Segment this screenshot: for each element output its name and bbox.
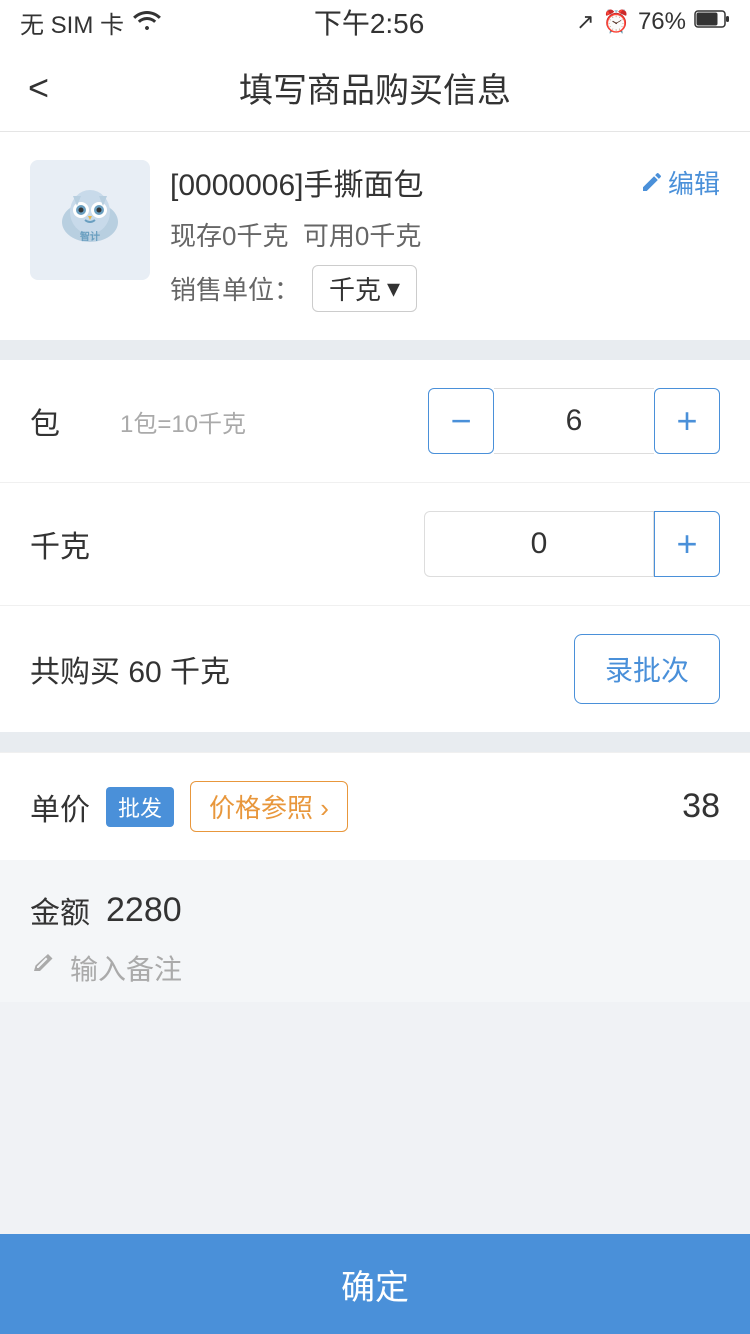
- product-logo-icon: 智计: [55, 184, 125, 256]
- kg-increment-button[interactable]: +: [654, 511, 720, 577]
- status-bar: 无 SIM 卡 下午2:56 ↗ ⏰ 76%: [0, 0, 750, 44]
- price-ref-button[interactable]: 价格参照 ›: [190, 781, 348, 832]
- record-batch-button[interactable]: 录批次: [574, 634, 720, 704]
- amount-value: 2280: [106, 891, 182, 930]
- nav-bar: < 填写商品购买信息: [0, 44, 750, 132]
- price-section: 单价 批发 价格参照 › 38: [0, 752, 750, 860]
- edit-button[interactable]: 编辑: [640, 164, 720, 201]
- product-info: [0000006]手撕面包 编辑 现存0千克 可用0千克 销售单位： 千克 ▾: [170, 160, 720, 312]
- kg-input-row: 千克 +: [0, 483, 750, 606]
- pencil-icon: [30, 951, 58, 986]
- note-placeholder[interactable]: 输入备注: [70, 948, 182, 988]
- kg-input-group: +: [424, 511, 720, 577]
- status-right: ↗ ⏰ 76%: [576, 8, 730, 36]
- bao-decrement-button[interactable]: −: [428, 388, 494, 454]
- unit-selector[interactable]: 千克 ▾: [312, 265, 417, 312]
- confirm-button[interactable]: 确定: [0, 1234, 750, 1334]
- edit-label: 编辑: [668, 164, 720, 201]
- kg-quantity-input[interactable]: [424, 511, 654, 577]
- battery-icon: [694, 8, 730, 36]
- status-left: 无 SIM 卡: [20, 5, 162, 40]
- kg-label: 千克: [30, 522, 110, 566]
- bao-quantity-input[interactable]: [494, 388, 654, 454]
- price-label: 单价: [30, 785, 90, 829]
- location-icon: ↗: [576, 9, 594, 35]
- bao-stepper: − +: [428, 388, 720, 454]
- alarm-icon: ⏰: [603, 9, 630, 35]
- section-divider-1: [0, 340, 750, 360]
- bao-increment-button[interactable]: +: [654, 388, 720, 454]
- sim-text: 无 SIM 卡: [20, 5, 124, 40]
- input-section: 包 1包=10千克 − + 千克 +: [0, 360, 750, 606]
- bao-label: 包: [30, 399, 110, 443]
- price-tag: 批发: [106, 787, 174, 827]
- section-divider-2: [0, 732, 750, 752]
- bao-hint: 1包=10千克: [120, 404, 428, 439]
- amount-section: 金额 2280 输入备注: [0, 860, 750, 1002]
- product-image: 智计: [30, 160, 150, 280]
- note-row[interactable]: 输入备注: [30, 948, 720, 988]
- battery-percent: 76%: [638, 8, 686, 36]
- product-name: [0000006]手撕面包: [170, 160, 423, 204]
- back-button[interactable]: <: [28, 67, 49, 109]
- product-unit-row: 销售单位： 千克 ▾: [170, 265, 720, 312]
- summary-row: 共购买 60 千克 录批次: [0, 606, 750, 732]
- wifi-icon: [132, 8, 162, 37]
- price-value: 38: [682, 787, 720, 826]
- summary-text: 共购买 60 千克: [30, 647, 230, 691]
- product-stock: 现存0千克 可用0千克: [170, 216, 720, 253]
- svg-text:智计: 智计: [80, 230, 100, 243]
- amount-label: 金额: [30, 888, 90, 932]
- page-title: 填写商品购买信息: [239, 63, 511, 112]
- status-time: 下午2:56: [314, 2, 425, 42]
- bao-input-row: 包 1包=10千克 − +: [0, 360, 750, 483]
- product-card: 智计 [0000006]手撕面包 编辑 现存0千克 可用0千克 销售单位： 千克…: [0, 132, 750, 340]
- unit-label: 销售单位：: [170, 270, 300, 307]
